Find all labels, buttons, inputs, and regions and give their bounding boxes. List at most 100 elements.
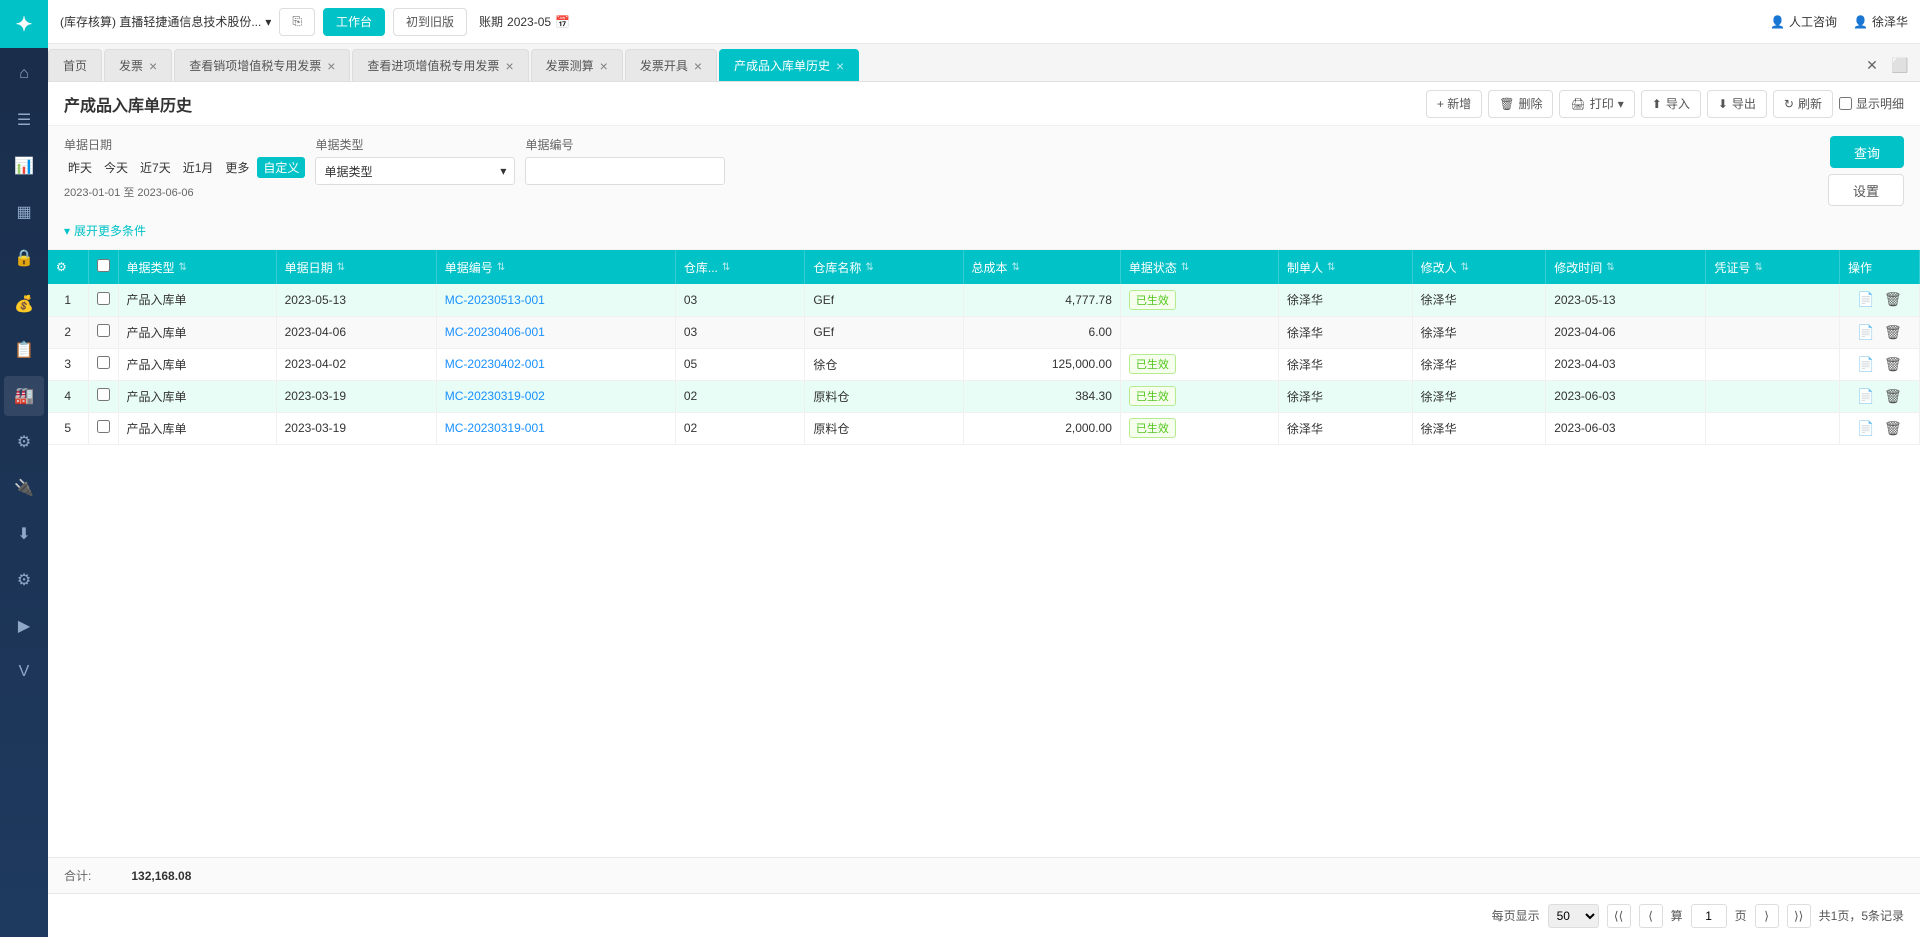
tab-open-invoice[interactable]: 发票开具 × — [625, 49, 717, 81]
cell-number[interactable]: MC-20230513-001 — [436, 284, 675, 316]
doc-number-link[interactable]: MC-20230319-001 — [445, 421, 545, 435]
page-input[interactable] — [1691, 904, 1727, 928]
th-settings[interactable]: ⚙ — [48, 250, 88, 284]
last-page-btn[interactable]: ⟩⟩ — [1787, 904, 1811, 928]
sidebar-item-plugin[interactable]: 🔌 — [4, 468, 44, 508]
tab-close-all-btn[interactable]: ✕ — [1860, 53, 1884, 77]
tab-invoice-close[interactable]: × — [149, 59, 157, 73]
tab-open-invoice-close[interactable]: × — [694, 59, 702, 73]
th-warehouse-name[interactable]: 仓库名称⇅ — [805, 250, 963, 284]
cell-checkbox[interactable] — [88, 316, 118, 348]
row-checkbox[interactable] — [97, 356, 110, 369]
cell-checkbox[interactable] — [88, 380, 118, 412]
company-selector[interactable]: (库存核算) 直播轻捷通信息技术股份... ▾ — [60, 13, 271, 30]
delete-row-icon[interactable]: 🗑 — [1881, 291, 1905, 307]
th-voucher[interactable]: 凭证号⇅ — [1706, 250, 1840, 284]
edit-icon[interactable]: 📄 — [1854, 324, 1877, 340]
sidebar-item-doc[interactable]: ☰ — [4, 100, 44, 140]
cell-checkbox[interactable] — [88, 284, 118, 316]
workbench-btn[interactable]: 工作台 — [323, 8, 385, 36]
switch-version-btn[interactable]: 初到旧版 — [393, 8, 467, 36]
row-checkbox[interactable] — [97, 292, 110, 305]
select-all-checkbox[interactable] — [97, 259, 110, 272]
row-checkbox[interactable] — [97, 388, 110, 401]
tab-check-purchase-vat-close[interactable]: × — [505, 59, 513, 73]
tab-maximize-btn[interactable]: ⬜ — [1888, 53, 1912, 77]
tab-check-purchase-vat[interactable]: 查看进项增值税专用发票 × — [352, 49, 528, 81]
show-detail-toggle[interactable]: 显示明细 — [1839, 95, 1904, 112]
per-page-select[interactable]: 50 20 100 — [1548, 904, 1599, 928]
edit-icon[interactable]: 📄 — [1854, 356, 1877, 372]
doc-number-link[interactable]: MC-20230319-002 — [445, 389, 545, 403]
prev-page-btn[interactable]: ⟨ — [1639, 904, 1663, 928]
cell-checkbox[interactable] — [88, 348, 118, 380]
row-checkbox[interactable] — [97, 420, 110, 433]
tab-check-sales-vat-close[interactable]: × — [327, 59, 335, 73]
th-creator[interactable]: 制单人⇅ — [1279, 250, 1413, 284]
doc-number-link[interactable]: MC-20230513-001 — [445, 293, 545, 307]
user-menu[interactable]: 👤 徐泽华 — [1853, 13, 1908, 30]
delete-row-icon[interactable]: 🗑 — [1881, 388, 1905, 404]
th-warehouse-code[interactable]: 仓库...⇅ — [675, 250, 805, 284]
sidebar-item-process[interactable]: ⚙ — [4, 422, 44, 462]
th-type[interactable]: 单据类型⇅ — [118, 250, 276, 284]
delete-row-icon[interactable]: 🗑 — [1881, 324, 1905, 340]
doc-number-link[interactable]: MC-20230406-001 — [445, 325, 545, 339]
tab-product-inbound-history-close[interactable]: × — [836, 59, 844, 73]
sidebar-item-chart[interactable]: 📊 — [4, 146, 44, 186]
shortcut-today[interactable]: 今天 — [100, 157, 132, 178]
export-btn[interactable]: ⬇ 导出 — [1707, 90, 1767, 118]
set-btn[interactable]: 设置 — [1828, 174, 1904, 206]
shortcut-more[interactable]: 更多 — [221, 157, 253, 178]
doc-number-link[interactable]: MC-20230402-001 — [445, 357, 545, 371]
th-modify-time[interactable]: 修改时间⇅ — [1546, 250, 1706, 284]
cell-number[interactable]: MC-20230406-001 — [436, 316, 675, 348]
sidebar-item-media[interactable]: ▶ — [4, 606, 44, 646]
show-detail-checkbox[interactable] — [1839, 97, 1852, 110]
new-btn[interactable]: + 新增 — [1426, 90, 1482, 118]
delete-btn[interactable]: 🗑 删除 — [1488, 90, 1553, 118]
tab-calc-invoice-close[interactable]: × — [600, 59, 608, 73]
tab-check-sales-vat[interactable]: 查看销项增值税专用发票 × — [174, 49, 350, 81]
th-status[interactable]: 单据状态⇅ — [1120, 250, 1278, 284]
tab-invoice[interactable]: 发票 × — [104, 49, 172, 81]
sidebar-item-inventory[interactable]: ▦ — [4, 192, 44, 232]
tab-calc-invoice[interactable]: 发票测算 × — [531, 49, 623, 81]
period-calendar-icon[interactable]: 📅 — [555, 15, 570, 29]
first-page-btn[interactable]: ⟨⟨ — [1607, 904, 1631, 928]
edit-icon[interactable]: 📄 — [1854, 291, 1877, 307]
filter-type-select[interactable]: 单据类型 ▾ — [315, 157, 515, 185]
shortcut-custom[interactable]: 自定义 — [257, 157, 305, 178]
delete-row-icon[interactable]: 🗑 — [1881, 420, 1905, 436]
th-modifier[interactable]: 修改人⇅ — [1412, 250, 1546, 284]
sidebar-item-lock[interactable]: 🔒 — [4, 238, 44, 278]
th-number[interactable]: 单据编号⇅ — [436, 250, 675, 284]
th-checkbox[interactable] — [88, 250, 118, 284]
service-btn[interactable]: 👤 人工咨询 — [1770, 13, 1837, 30]
sidebar-item-warehouse[interactable]: 🏭 — [4, 376, 44, 416]
tab-home[interactable]: 首页 — [48, 49, 102, 81]
import-btn[interactable]: ⬆ 导入 — [1641, 90, 1701, 118]
cell-number[interactable]: MC-20230319-001 — [436, 412, 675, 444]
shortcut-7days[interactable]: 近7天 — [136, 157, 175, 178]
cell-number[interactable]: MC-20230319-002 — [436, 380, 675, 412]
cell-number[interactable]: MC-20230402-001 — [436, 348, 675, 380]
expand-conditions-btn[interactable]: ▾ 展开更多条件 — [64, 222, 146, 239]
app-logo[interactable]: ✦ — [0, 0, 48, 48]
shortcut-yesterday[interactable]: 昨天 — [64, 157, 96, 178]
print-btn[interactable]: 🖨 打印 ▾ — [1559, 90, 1634, 118]
edit-icon[interactable]: 📄 — [1854, 388, 1877, 404]
edit-icon[interactable]: 📄 — [1854, 420, 1877, 436]
row-checkbox[interactable] — [97, 324, 110, 337]
refresh-btn[interactable]: ↻ 刷新 — [1773, 90, 1833, 118]
sidebar-item-voucher[interactable]: 📋 — [4, 330, 44, 370]
sidebar-item-more[interactable]: V — [4, 652, 44, 692]
filter-number-input[interactable] — [525, 157, 725, 185]
sidebar-item-download[interactable]: ⬇ — [4, 514, 44, 554]
sidebar-item-home[interactable]: ⌂ — [4, 54, 44, 94]
query-btn[interactable]: 查询 — [1830, 136, 1904, 168]
cell-checkbox[interactable] — [88, 412, 118, 444]
th-date[interactable]: 单据日期⇅ — [276, 250, 436, 284]
shortcut-1month[interactable]: 近1月 — [179, 157, 218, 178]
sidebar-item-finance[interactable]: 💰 — [4, 284, 44, 324]
